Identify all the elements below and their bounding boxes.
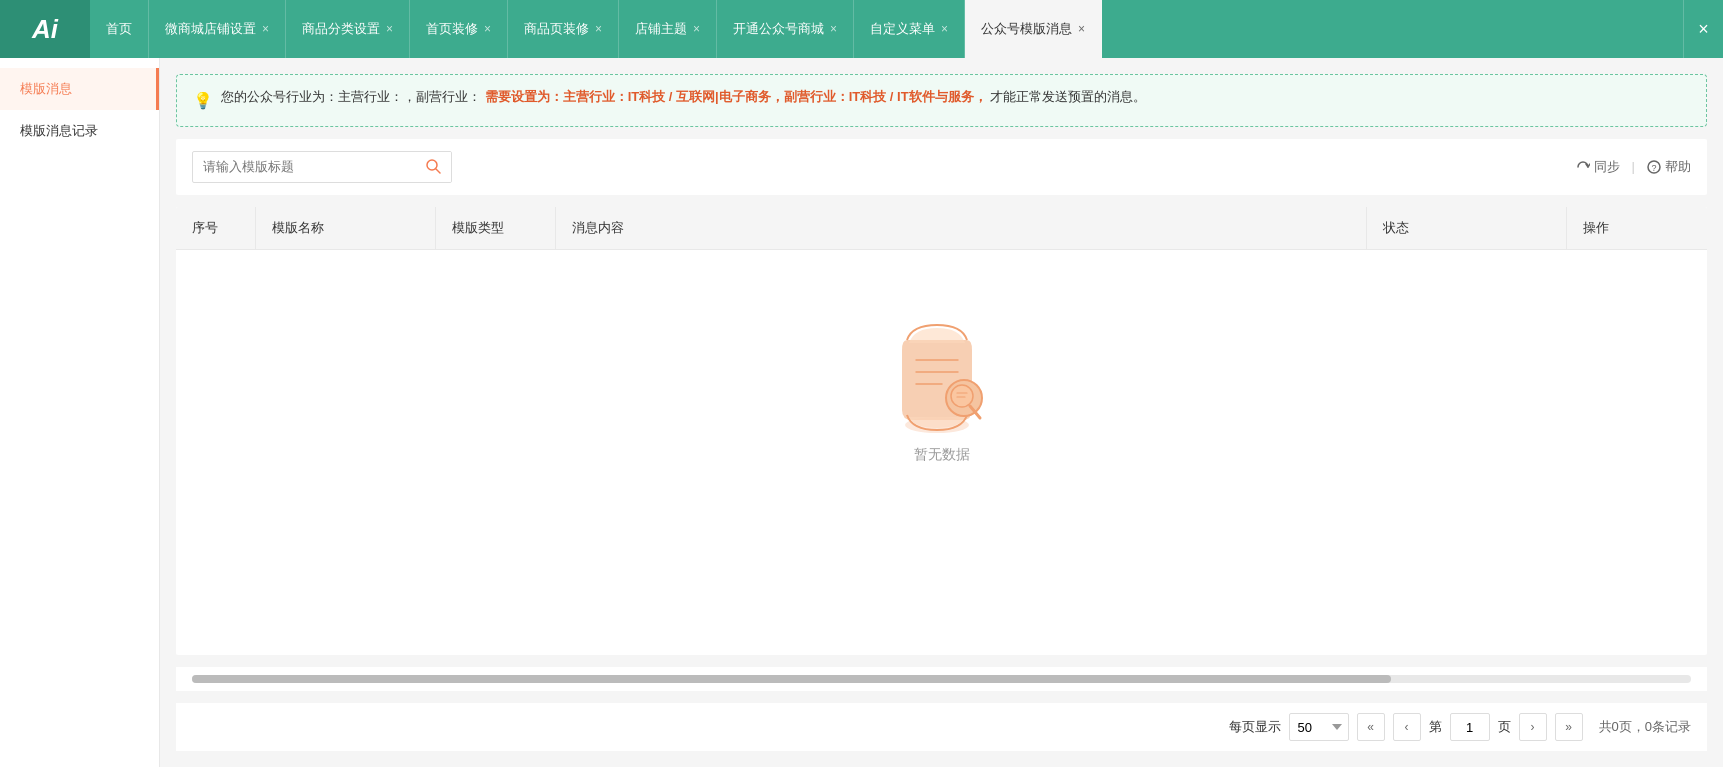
nav-tab-wechat-template-label: 公众号模版消息 [981,20,1072,38]
notice-text: 您的公众号行业为：主营行业：，副营行业： 需要设置为：主营行业：IT科技 / 互… [221,87,1690,108]
notice-prefix: 您的公众号行业为：主营行业：，副营行业： [221,89,481,104]
content-area: 💡 您的公众号行业为：主营行业：，副营行业： 需要设置为：主营行业：IT科技 /… [160,58,1723,767]
nav-tab-product-page-decor-label: 商品页装修 [524,20,589,38]
col-status: 状态 [1367,207,1567,249]
nav-tab-homepage-decor-label: 首页装修 [426,20,478,38]
first-page-button[interactable]: « [1357,713,1385,741]
page-size-select[interactable]: 50 10 20 100 [1289,713,1349,741]
nav-tab-home[interactable]: 首页 [90,0,149,58]
col-type: 模版类型 [436,207,556,249]
sidebar-item-template-msg[interactable]: 模版消息 [0,68,159,110]
scrollbar-track[interactable] [192,675,1691,683]
svg-line-1 [436,169,440,173]
nav-tab-home-label: 首页 [106,20,132,38]
close-all-tabs-button[interactable]: × [1683,0,1723,58]
prev-page-button[interactable]: ‹ [1393,713,1421,741]
sync-button[interactable]: 同步 [1576,158,1620,176]
close-product-page-decor[interactable]: × [595,22,602,36]
horizontal-scrollbar[interactable] [176,667,1707,691]
app-logo: Ai [0,0,90,58]
search-input[interactable] [193,159,415,174]
close-wsc-settings[interactable]: × [262,22,269,36]
notice-icon: 💡 [193,88,213,114]
nav-tab-store-theme[interactable]: 店铺主题 × [619,0,717,58]
nav-tab-custom-menu-label: 自定义菜单 [870,20,935,38]
nav-tab-wsc-settings-label: 微商城店铺设置 [165,20,256,38]
scrollbar-thumb[interactable] [192,675,1391,683]
svg-text:?: ? [1651,163,1656,173]
search-button[interactable] [415,151,451,183]
sidebar-item-template-msg-log-label: 模版消息记录 [20,123,98,138]
sidebar: 模版消息 模版消息记录 [0,58,160,767]
nav-tab-wsc-settings[interactable]: 微商城店铺设置 × [149,0,286,58]
nav-tab-product-category[interactable]: 商品分类设置 × [286,0,410,58]
close-open-wechat-mall[interactable]: × [830,22,837,36]
sync-icon [1576,160,1590,174]
nav-tab-product-category-label: 商品分类设置 [302,20,380,38]
sidebar-item-template-msg-label: 模版消息 [20,81,72,96]
help-icon: ? [1647,160,1661,174]
close-wechat-template[interactable]: × [1078,22,1085,36]
sync-label: 同步 [1594,158,1620,176]
nav-tab-product-page-decor[interactable]: 商品页装修 × [508,0,619,58]
search-bar: 同步 | ? 帮助 [176,139,1707,195]
pagination: 每页显示 50 10 20 100 « ‹ 第 页 › » 共0页，0条记录 [176,703,1707,751]
nav-tab-custom-menu[interactable]: 自定义菜单 × [854,0,965,58]
nav-tab-store-theme-label: 店铺主题 [635,20,687,38]
notice-suffix: 才能正常发送预置的消息。 [990,89,1146,104]
top-navigation: Ai 首页 微商城店铺设置 × 商品分类设置 × 首页装修 × 商品页装修 × … [0,0,1723,58]
close-store-theme[interactable]: × [693,22,700,36]
next-page-button[interactable]: › [1519,713,1547,741]
empty-state: 暂无数据 [176,250,1707,504]
nav-tab-open-wechat-mall[interactable]: 开通公众号商城 × [717,0,854,58]
divider: | [1632,159,1635,174]
page-prefix-label: 第 [1429,718,1442,736]
page-size-label: 每页显示 [1229,718,1281,736]
close-custom-menu[interactable]: × [941,22,948,36]
nav-tab-homepage-decor[interactable]: 首页装修 × [410,0,508,58]
table-header: 序号 模版名称 模版类型 消息内容 状态 操作 [176,207,1707,250]
empty-svg-illustration [882,310,1002,440]
sidebar-item-template-msg-log[interactable]: 模版消息记录 [0,110,159,152]
data-table: 序号 模版名称 模版类型 消息内容 状态 操作 [176,207,1707,655]
col-seq: 序号 [176,207,256,249]
last-page-button[interactable]: » [1555,713,1583,741]
nav-tab-open-wechat-mall-label: 开通公众号商城 [733,20,824,38]
empty-illustration [882,310,1002,430]
total-records-label: 共0页，0条记录 [1599,718,1691,736]
col-action: 操作 [1567,207,1707,249]
page-number-input[interactable] [1450,713,1490,741]
page-suffix-label: 页 [1498,718,1511,736]
close-homepage-decor[interactable]: × [484,22,491,36]
close-product-category[interactable]: × [386,22,393,36]
search-icon [426,159,441,174]
nav-tab-wechat-template[interactable]: 公众号模版消息 × [965,0,1102,58]
nav-tabs-container: 首页 微商城店铺设置 × 商品分类设置 × 首页装修 × 商品页装修 × 店铺主… [90,0,1683,58]
svg-point-9 [951,385,973,407]
col-content: 消息内容 [556,207,1367,249]
main-layout: 模版消息 模版消息记录 💡 您的公众号行业为：主营行业：，副营行业： 需要设置为… [0,58,1723,767]
empty-text: 暂无数据 [914,446,970,464]
help-button[interactable]: ? 帮助 [1647,158,1691,176]
search-actions: 同步 | ? 帮助 [1576,158,1691,176]
notice-highlight: 需要设置为：主营行业：IT科技 / 互联网|电子商务，副营行业：IT科技 / I… [485,89,987,104]
notice-banner: 💡 您的公众号行业为：主营行业：，副营行业： 需要设置为：主营行业：IT科技 /… [176,74,1707,127]
search-input-wrap [192,151,452,183]
help-label: 帮助 [1665,158,1691,176]
col-name: 模版名称 [256,207,436,249]
